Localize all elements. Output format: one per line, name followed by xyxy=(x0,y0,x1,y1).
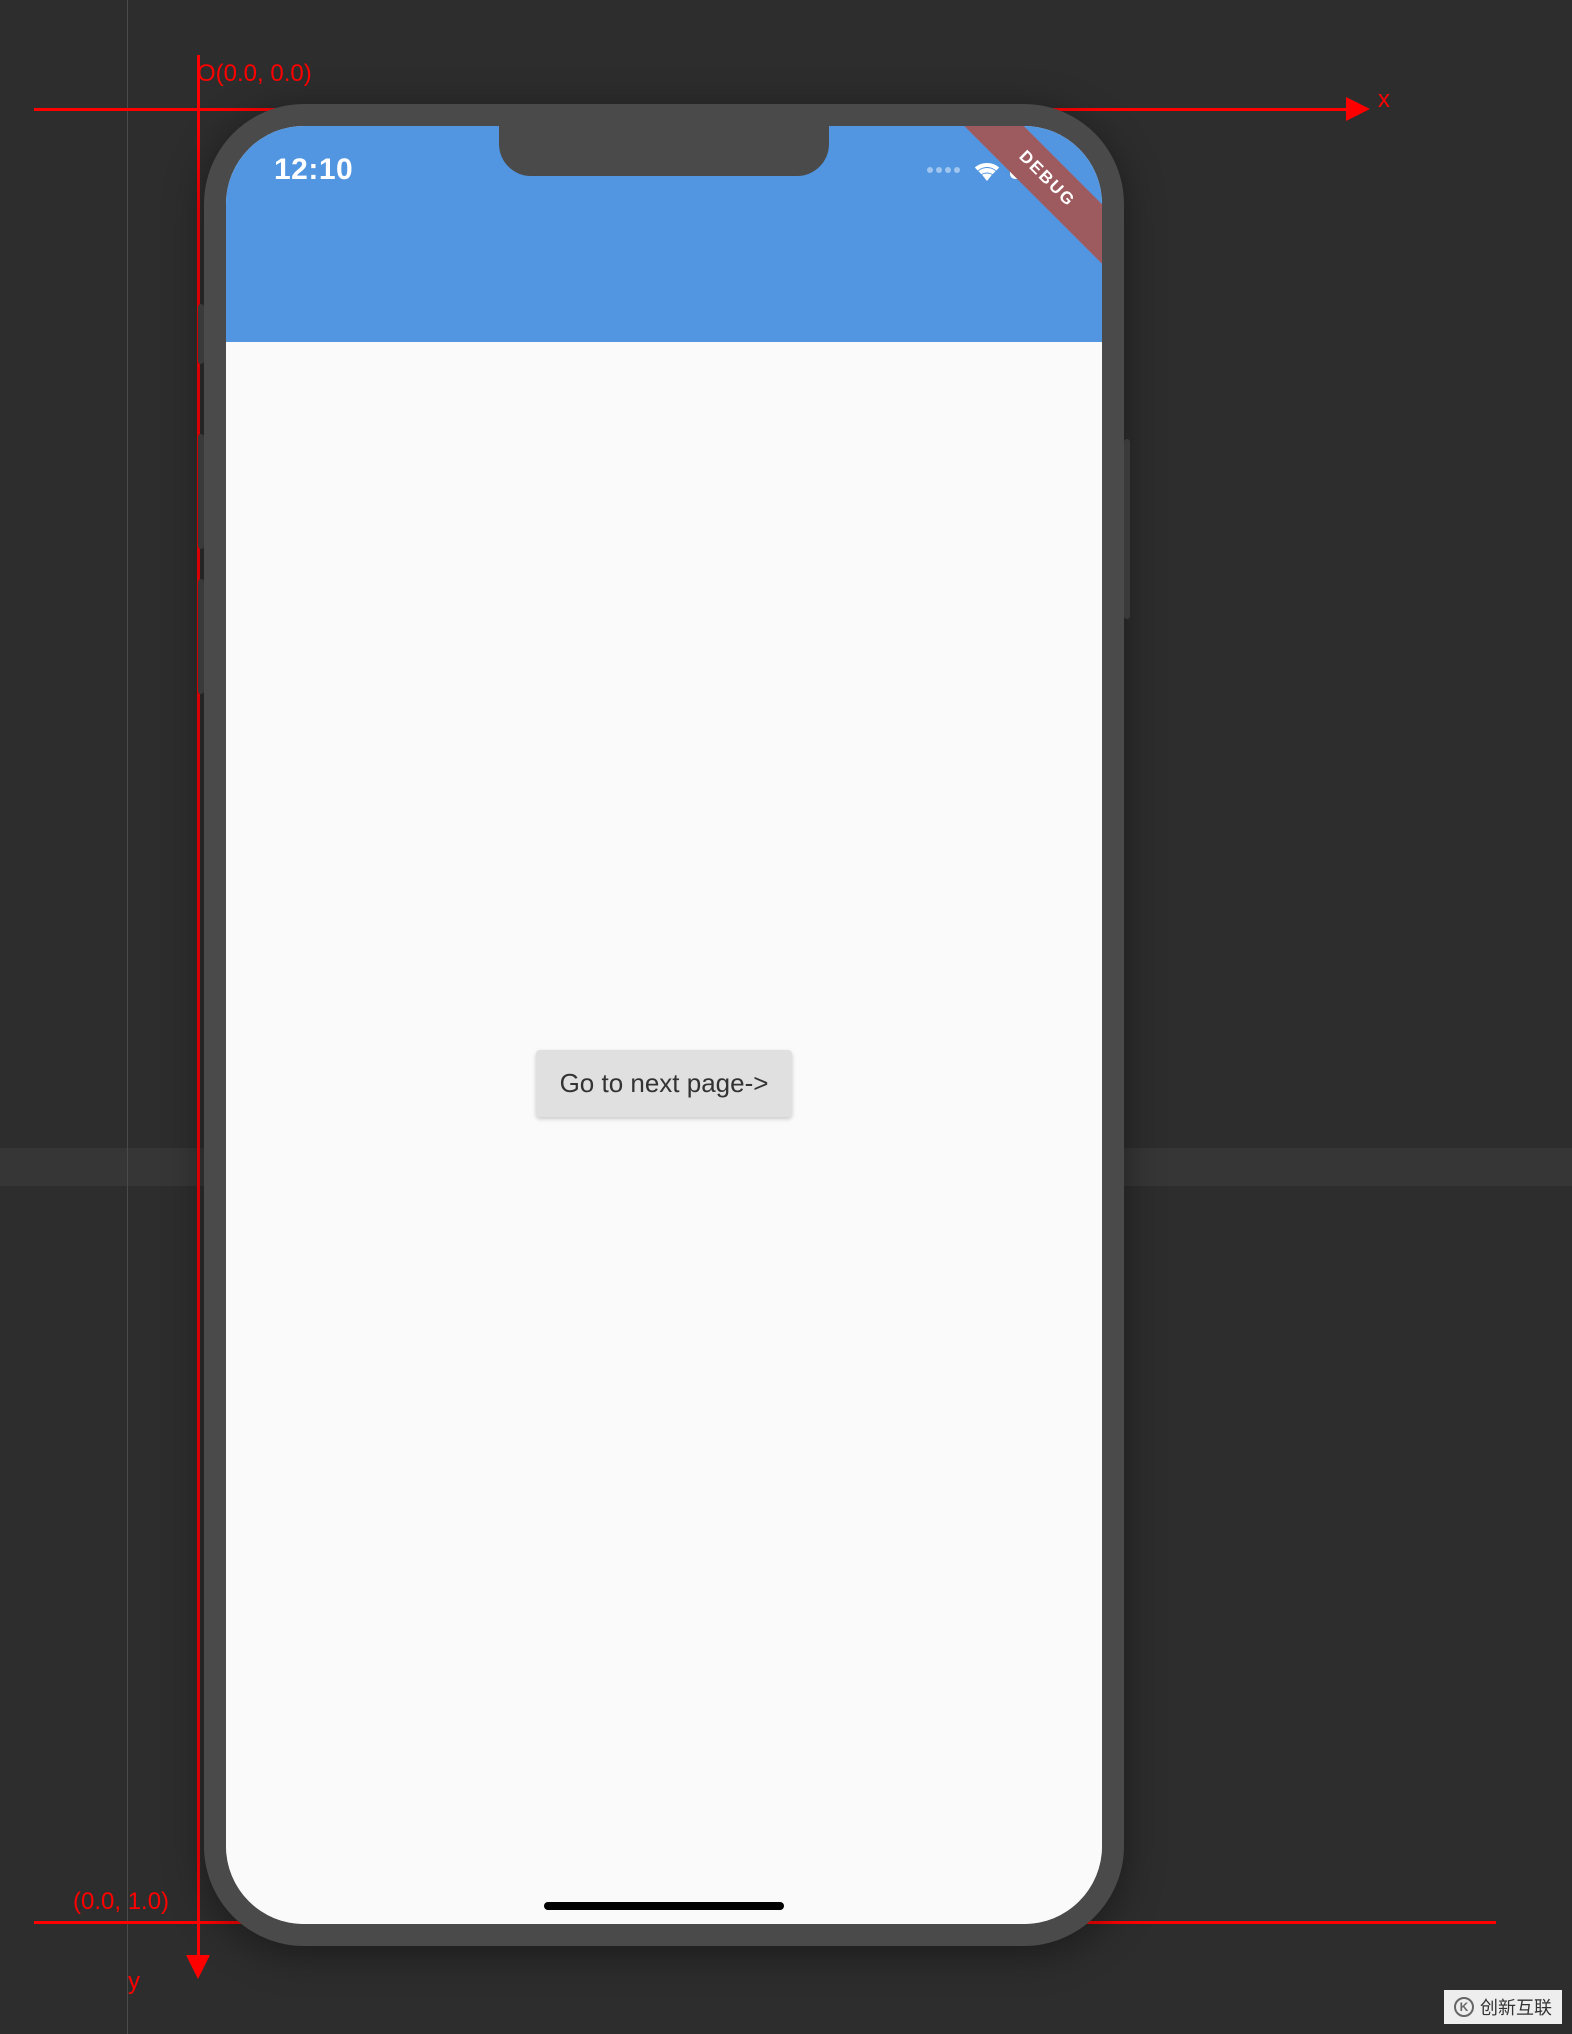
y-axis-label: y xyxy=(128,1968,140,1996)
home-indicator[interactable] xyxy=(544,1902,784,1910)
phone-notch xyxy=(499,126,829,176)
watermark-logo-icon: K xyxy=(1454,1997,1474,2017)
phone-volume-up xyxy=(198,434,204,549)
watermark-text: 创新互联 xyxy=(1480,1994,1552,2020)
debug-banner: DEBUG xyxy=(942,126,1102,286)
phone-mute-switch xyxy=(198,304,204,364)
origin-label: O(0.0, 0.0) xyxy=(197,60,312,88)
go-to-next-page-button[interactable]: Go to next page-> xyxy=(536,1050,793,1117)
phone-screen: 12:10 xyxy=(226,126,1102,1924)
phone-power-button xyxy=(1124,439,1130,619)
phone-frame: 12:10 xyxy=(204,104,1124,1946)
watermark: K 创新互联 xyxy=(1444,1990,1562,2024)
phone-volume-down xyxy=(198,579,204,694)
vertical-guide xyxy=(127,0,128,2034)
bottom-coord-label: (0.0, 1.0) xyxy=(73,1888,169,1916)
debug-banner-text: DEBUG xyxy=(954,126,1102,272)
app-content: Go to next page-> xyxy=(226,342,1102,1924)
x-axis-label: x xyxy=(1378,86,1390,114)
status-time: 12:10 xyxy=(274,153,353,187)
